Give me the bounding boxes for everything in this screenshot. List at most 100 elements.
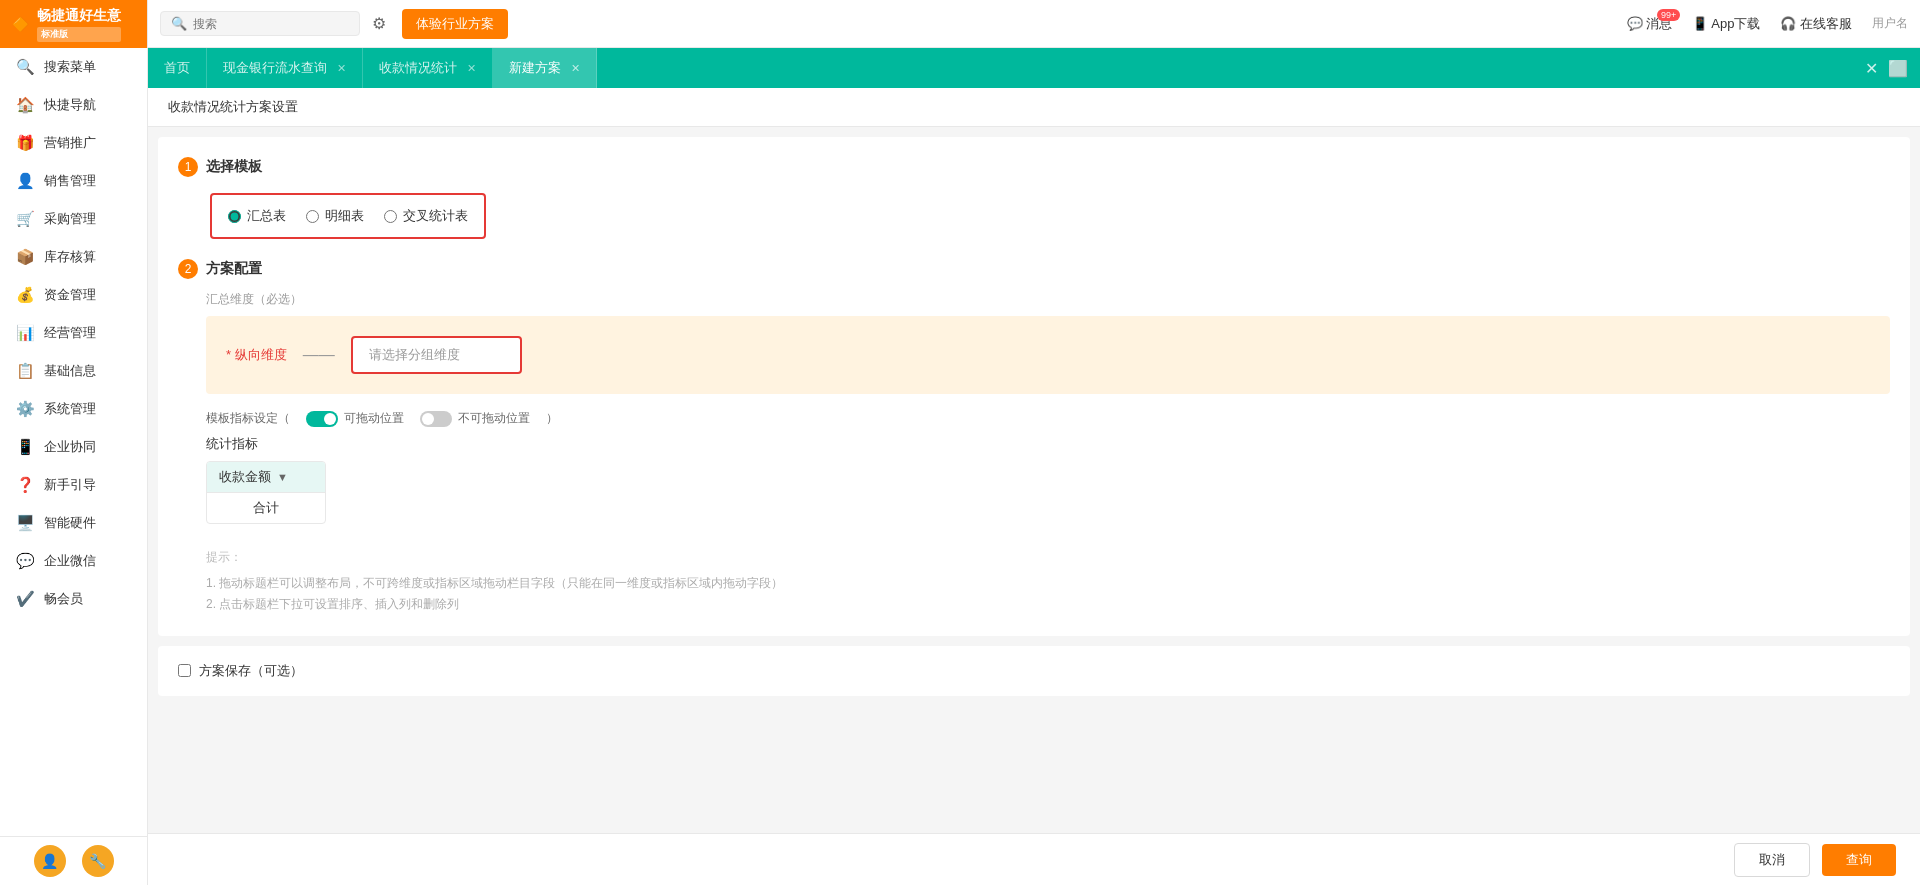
user-icon: 👤 [16, 172, 34, 190]
app-download-button[interactable]: 📱 App下载 [1692, 15, 1760, 33]
message-button[interactable]: 💬 消息 99+ [1627, 15, 1673, 33]
metric-chevron-icon: ▼ [277, 471, 288, 483]
cancel-button[interactable]: 取消 [1734, 843, 1810, 877]
sidebar-item-purchase[interactable]: 🛒 采购管理 [0, 200, 147, 238]
trial-button[interactable]: 体验行业方案 [402, 9, 508, 39]
home-icon: 🏠 [16, 96, 34, 114]
metric-body: 合计 [207, 493, 325, 523]
metric-header[interactable]: 收款金额 ▼ [207, 462, 325, 493]
tab-close-bank-flow[interactable]: ✕ [337, 62, 346, 75]
search-menu-icon: 🔍 [16, 58, 34, 76]
dimension-selector[interactable]: 请选择分组维度 [351, 336, 522, 374]
sidebar-item-guide[interactable]: ❓ 新手引导 [0, 466, 147, 504]
sidebar-item-label: 快捷导航 [44, 96, 96, 114]
draggable-toggle[interactable] [306, 411, 338, 427]
sidebar-item-label: 基础信息 [44, 362, 96, 380]
tab-bank-flow[interactable]: 现金银行流水查询 ✕ [207, 48, 363, 88]
radio-summary-label[interactable]: 汇总表 [247, 207, 286, 225]
sidebar-item-search-menu[interactable]: 🔍 搜索菜单 [0, 48, 147, 86]
radio-detail-label[interactable]: 明细表 [325, 207, 364, 225]
money-icon: 💰 [16, 286, 34, 304]
metrics-header: 模板指标设定（ 可拖动位置 不可拖动位置 ） [206, 410, 1890, 427]
sidebar-item-weixin[interactable]: 💬 企业微信 [0, 542, 147, 580]
sidebar-item-basic-info[interactable]: 📋 基础信息 [0, 352, 147, 390]
sidebar-item-finance[interactable]: 💰 资金管理 [0, 276, 147, 314]
tab-new-plan[interactable]: 新建方案 ✕ [493, 48, 597, 88]
footer-bar: 取消 查询 [148, 833, 1920, 885]
logo-text: 畅捷通好生意 [37, 7, 121, 25]
non-draggable-toggle[interactable] [420, 411, 452, 427]
toggle-draggable[interactable]: 可拖动位置 [306, 410, 404, 427]
sidebar-item-label: 智能硬件 [44, 514, 96, 532]
sidebar-item-quick-nav[interactable]: 🏠 快捷导航 [0, 86, 147, 124]
question-icon: ❓ [16, 476, 34, 494]
page-title-bar: 收款情况统计方案设置 [148, 88, 1920, 127]
radio-summary[interactable]: 汇总表 [228, 207, 286, 225]
page-title: 收款情况统计方案设置 [168, 99, 298, 114]
sidebar-item-label: 销售管理 [44, 172, 96, 190]
gift-icon: 🎁 [16, 134, 34, 152]
dimension-row: * 纵向维度 —— 请选择分组维度 [226, 336, 1870, 374]
sidebar-logo: 🔶 畅捷通好生意 标准版 [0, 0, 147, 48]
settings-icon[interactable]: ⚙ [372, 14, 386, 33]
sidebar-settings-icon[interactable]: 🔧 [82, 845, 114, 877]
sidebar-item-operation[interactable]: 📊 经营管理 [0, 314, 147, 352]
sidebar-item-marketing[interactable]: 🎁 营销推广 [0, 124, 147, 162]
radio-detail-input[interactable] [306, 210, 319, 223]
tab-receipt-stats[interactable]: 收款情况统计 ✕ [363, 48, 493, 88]
online-service-button[interactable]: 🎧 在线客服 [1780, 15, 1852, 33]
sidebar-user-avatar[interactable]: 👤 [34, 845, 66, 877]
sidebar-item-enterprise[interactable]: 📱 企业协同 [0, 428, 147, 466]
tabbar-actions: ✕ ⬜ [1853, 48, 1920, 88]
dimension-box: * 纵向维度 —— 请选择分组维度 [206, 316, 1890, 394]
vertical-dimension-label: * 纵向维度 [226, 346, 287, 364]
expand-tab-button[interactable]: ⬜ [1888, 59, 1908, 78]
sidebar-item-label: 畅会员 [44, 590, 83, 608]
step2-num: 2 [178, 259, 198, 279]
tab-close-receipt-stats[interactable]: ✕ [467, 62, 476, 75]
sidebar-bottom: 👤 🔧 [0, 836, 147, 885]
radio-summary-input[interactable] [228, 210, 241, 223]
topbar-search-box[interactable]: 🔍 [160, 11, 360, 36]
tab-close-new-plan[interactable]: ✕ [571, 62, 580, 75]
query-button[interactable]: 查询 [1822, 844, 1896, 876]
page-wrapper: 收款情况统计方案设置 1 选择模板 汇总表 [148, 88, 1920, 885]
radio-cross-label[interactable]: 交叉统计表 [403, 207, 468, 225]
search-input[interactable] [193, 17, 333, 31]
logo-icon: 🔶 [12, 16, 29, 32]
phone-icon: 📱 [16, 438, 34, 456]
sidebar-item-sales[interactable]: 👤 销售管理 [0, 162, 147, 200]
tips-title: 提示： [206, 547, 1890, 569]
chart-icon: 📊 [16, 324, 34, 342]
sidebar-item-label: 采购管理 [44, 210, 96, 228]
sidebar-item-label: 系统管理 [44, 400, 96, 418]
sidebar-item-label: 库存核算 [44, 248, 96, 266]
toggle-non-draggable[interactable]: 不可拖动位置 [420, 410, 530, 427]
sidebar-item-label: 资金管理 [44, 286, 96, 304]
monitor-icon: 🖥️ [16, 514, 34, 532]
step1-label: 选择模板 [206, 158, 262, 176]
save-section: 方案保存（可选） [158, 646, 1910, 696]
sidebar-item-member[interactable]: ✔️ 畅会员 [0, 580, 147, 618]
main-area: 🔍 ⚙ 体验行业方案 💬 消息 99+ 📱 App下载 🎧 在线客服 用户名 首… [148, 0, 1920, 885]
box-icon: 📦 [16, 248, 34, 266]
metrics-section: 模板指标设定（ 可拖动位置 不可拖动位置 ） [206, 410, 1890, 527]
step2-label: 方案配置 [206, 260, 262, 278]
sidebar-item-label: 搜索菜单 [44, 58, 96, 76]
clipboard-icon: 📋 [16, 362, 34, 380]
headset-icon: 🎧 [1780, 16, 1796, 31]
sidebar-item-label: 营销推广 [44, 134, 96, 152]
radio-detail[interactable]: 明细表 [306, 207, 364, 225]
tabbar: 首页 现金银行流水查询 ✕ 收款情况统计 ✕ 新建方案 ✕ ✕ ⬜ [148, 48, 1920, 88]
form-section: 1 选择模板 汇总表 明细表 [158, 137, 1910, 636]
tab-home[interactable]: 首页 [148, 48, 207, 88]
sidebar-item-inventory[interactable]: 📦 库存核算 [0, 238, 147, 276]
radio-cross[interactable]: 交叉统计表 [384, 207, 468, 225]
content-area: 收款情况统计方案设置 1 选择模板 汇总表 [148, 88, 1920, 885]
radio-cross-input[interactable] [384, 210, 397, 223]
sidebar-item-system[interactable]: ⚙️ 系统管理 [0, 390, 147, 428]
member-icon: ✔️ [16, 590, 34, 608]
close-tab-button[interactable]: ✕ [1865, 59, 1878, 78]
save-checkbox[interactable] [178, 664, 191, 677]
sidebar-item-hardware[interactable]: 🖥️ 智能硬件 [0, 504, 147, 542]
